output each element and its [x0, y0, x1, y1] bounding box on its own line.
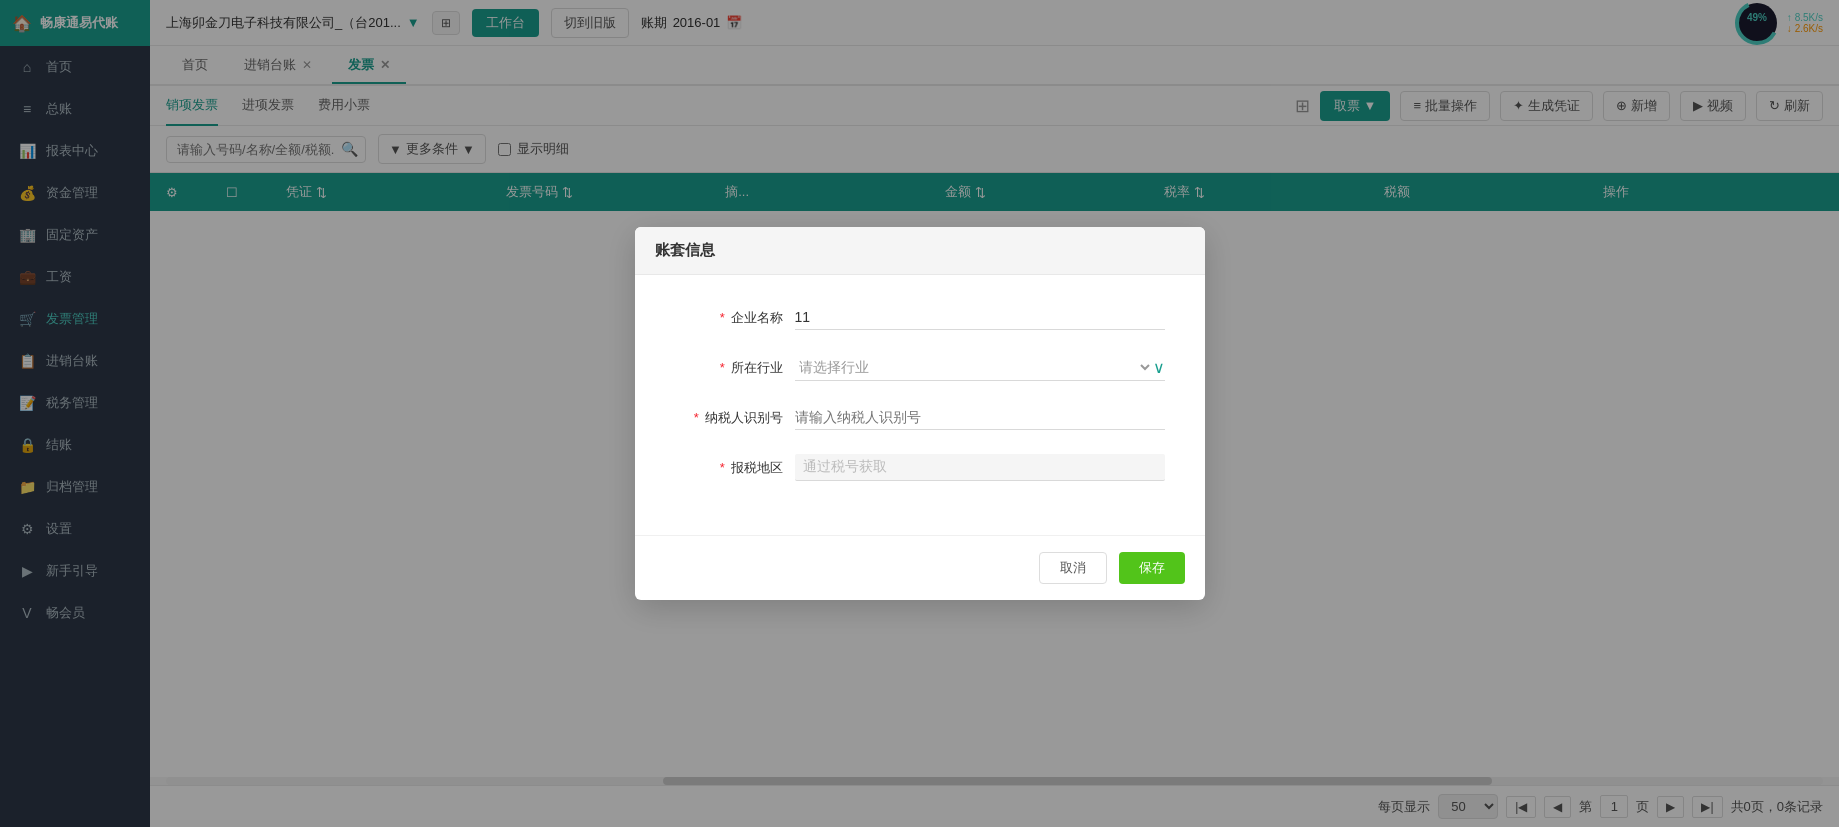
form-row-taxregion: * 报税地区 通过税号获取 [675, 454, 1165, 481]
taxregion-label: * 报税地区 [675, 459, 795, 477]
modal-title: 账套信息 [655, 241, 715, 258]
form-row-company: * 企业名称 [675, 305, 1165, 330]
cancel-button[interactable]: 取消 [1039, 552, 1107, 584]
required-star-4: * [720, 460, 725, 475]
required-star-3: * [694, 410, 699, 425]
taxid-input[interactable] [795, 405, 1165, 430]
company-name-label: * 企业名称 [675, 309, 795, 327]
industry-dropdown-icon[interactable]: ∨ [1153, 358, 1165, 377]
modal-body: * 企业名称 * 所在行业 请选择行业 ∨ [635, 275, 1205, 535]
save-button[interactable]: 保存 [1119, 552, 1185, 584]
modal-footer: 取消 保存 [635, 535, 1205, 600]
modal-header: 账套信息 [635, 227, 1205, 275]
required-star: * [720, 310, 725, 325]
taxregion-field: 通过税号获取 [795, 454, 1165, 481]
industry-select[interactable]: 请选择行业 [795, 354, 1153, 380]
form-row-industry: * 所在行业 请选择行业 ∨ [675, 354, 1165, 381]
taxid-label: * 纳税人识别号 [675, 409, 795, 427]
company-name-input[interactable] [795, 305, 1165, 330]
industry-select-wrap: 请选择行业 ∨ [795, 354, 1165, 381]
form-row-taxid: * 纳税人识别号 [675, 405, 1165, 430]
required-star-2: * [720, 360, 725, 375]
industry-label: * 所在行业 [675, 359, 795, 377]
account-info-modal: 账套信息 * 企业名称 * 所在行业 请选择行业 [635, 227, 1205, 600]
modal-overlay: 账套信息 * 企业名称 * 所在行业 请选择行业 [0, 0, 1839, 827]
